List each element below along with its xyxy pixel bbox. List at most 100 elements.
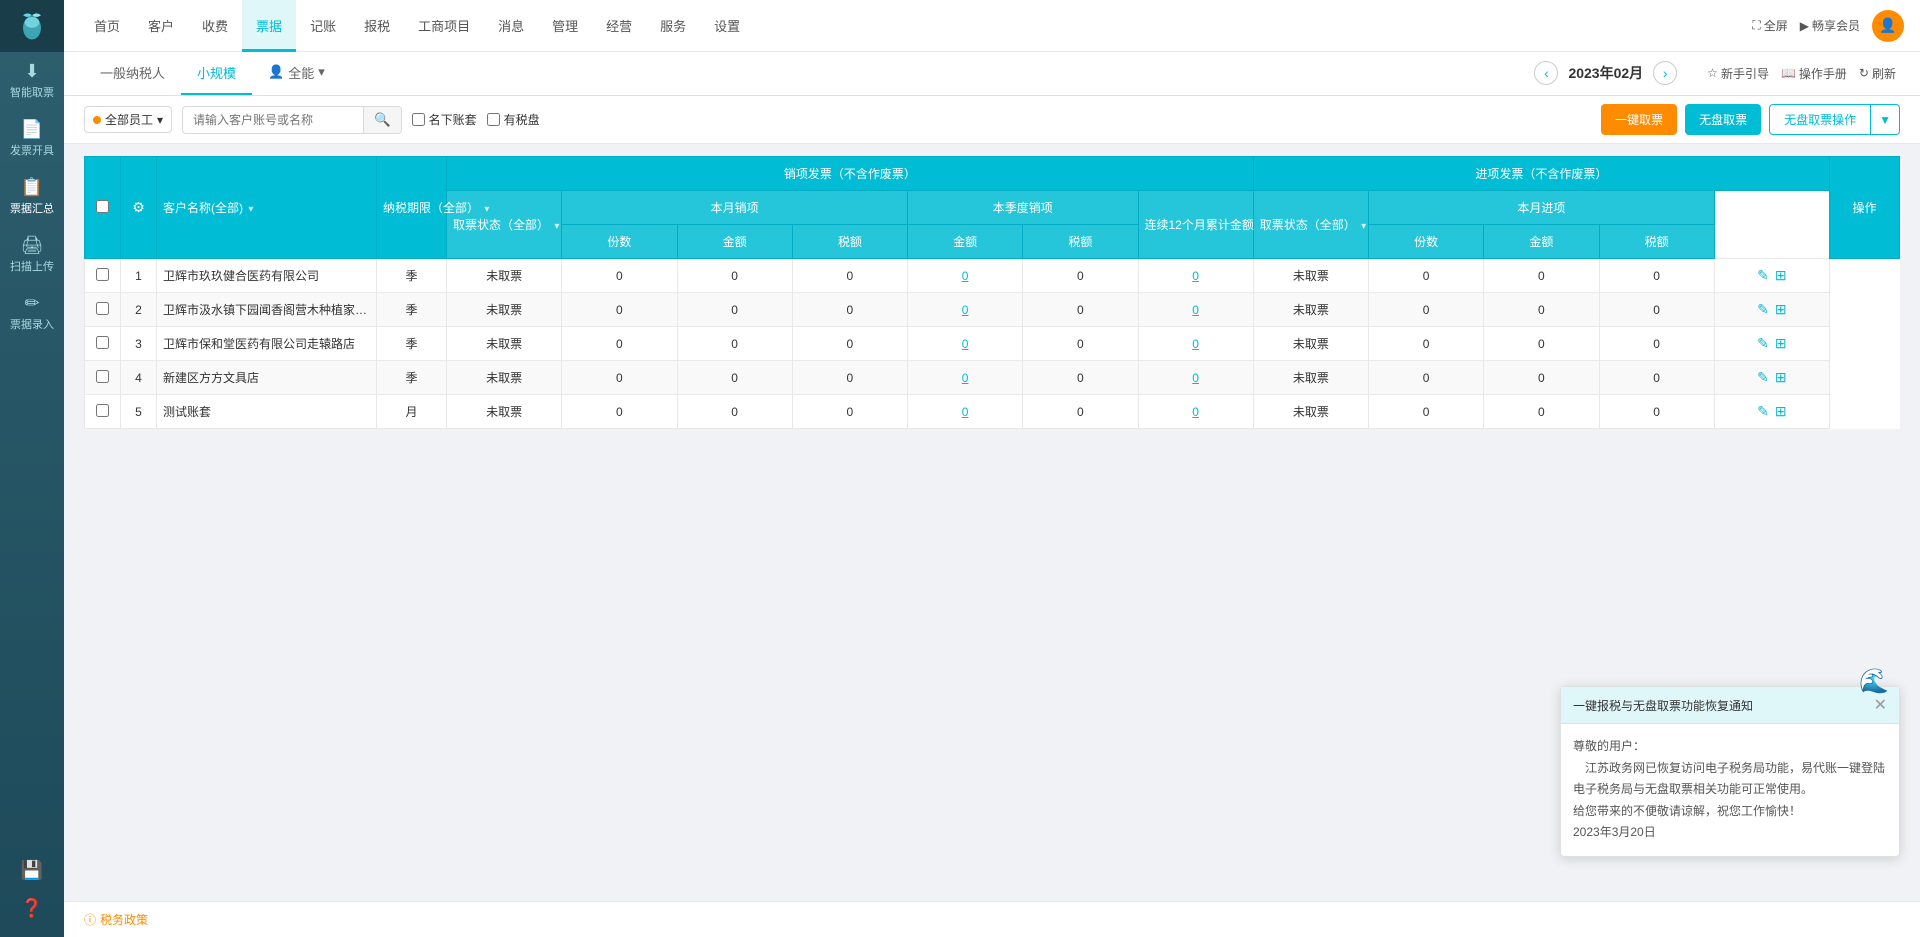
header-tax-period: 纳税期限（全部） ▾ — [377, 157, 447, 259]
nav-home[interactable]: 首页 — [80, 0, 134, 52]
period-label: 2023年02月 — [1568, 63, 1643, 83]
row-sales-quarter-amount[interactable]: 0 — [908, 293, 1023, 327]
tab-small[interactable]: 小规模 — [181, 52, 252, 95]
tab-general[interactable]: 一般纳税人 — [84, 52, 181, 95]
row-sales-quarter-amount[interactable]: 0 — [908, 259, 1023, 293]
has-taxdisk-checkbox[interactable]: 有税盘 — [487, 111, 540, 128]
table-row: 1 卫辉市玖玖健合医药有限公司 季 未取票 0 0 0 0 0 0 未取票 0 … — [85, 259, 1900, 293]
row-checkbox[interactable] — [96, 370, 109, 383]
sidebar-item-help[interactable]: ❓ — [0, 889, 64, 927]
nav-tax[interactable]: 报税 — [350, 0, 404, 52]
row-purchase-month-amount: 0 — [1484, 395, 1599, 429]
row-sales-12month[interactable]: 0 — [1138, 259, 1253, 293]
one-click-fetch-button[interactable]: 一键取票 — [1601, 104, 1677, 135]
avatar-icon: 👤 — [1879, 17, 1896, 34]
row-sales-12month[interactable]: 0 — [1138, 293, 1253, 327]
nav-accounting[interactable]: 记账 — [296, 0, 350, 52]
row-sales-12month[interactable]: 0 — [1138, 361, 1253, 395]
edit-action-icon[interactable]: ✎ — [1757, 369, 1769, 386]
header-sales-quarter-tax: 税额 — [1023, 225, 1138, 259]
my-accounts-checkbox[interactable]: 名下账套 — [412, 111, 477, 128]
sidebar-item-scan-upload[interactable]: 🖨 扫描上传 — [0, 226, 64, 284]
sidebar-item-download[interactable]: 💾 — [0, 851, 64, 889]
row-purchase-month-amount: 0 — [1484, 293, 1599, 327]
row-ops: ✎ ⊞ — [1714, 361, 1829, 395]
no-disk-fetch-button[interactable]: 无盘取票 — [1685, 104, 1761, 135]
fullscreen-button[interactable]: ⛶ 全屏 — [1752, 17, 1787, 34]
nav-invoice[interactable]: 票据 — [242, 0, 296, 52]
row-sales-quarter-amount[interactable]: 0 — [908, 395, 1023, 429]
refresh-button[interactable]: ↻ 刷新 — [1859, 65, 1896, 82]
row-purchase-month-tax: 0 — [1599, 259, 1714, 293]
nav-collection[interactable]: 收费 — [188, 0, 242, 52]
manual-button[interactable]: 📖 操作手册 — [1781, 65, 1847, 82]
view-action-icon[interactable]: ⊞ — [1775, 301, 1787, 318]
row-sales-quarter-amount[interactable]: 0 — [908, 361, 1023, 395]
edit-action-icon[interactable]: ✎ — [1757, 301, 1769, 318]
sidebar-logo[interactable] — [0, 0, 64, 52]
name-filter-icon[interactable]: ▾ — [248, 204, 253, 215]
row-name: 测试账套 — [157, 395, 377, 429]
member-button[interactable]: ▶ 畅享会员 — [1800, 17, 1860, 34]
table-settings-icon[interactable]: ⚙ — [132, 199, 145, 215]
row-purchase-month-count: 0 — [1369, 293, 1484, 327]
play-icon: ▶ — [1800, 19, 1809, 33]
notification-title: 一键报税与无盘取票功能恢复通知 — [1573, 697, 1753, 714]
search-button[interactable]: 🔍 — [363, 107, 401, 133]
view-action-icon[interactable]: ⊞ — [1775, 335, 1787, 352]
sidebar-item-issue-invoice[interactable]: 📄 发票开具 — [0, 110, 64, 168]
prev-period-button[interactable]: ‹ — [1534, 61, 1558, 85]
no-disk-ops-dropdown[interactable]: ▼ — [1871, 104, 1900, 135]
view-action-icon[interactable]: ⊞ — [1775, 267, 1787, 284]
row-checkbox[interactable] — [96, 404, 109, 417]
header-purchase-month: 本月进项 — [1369, 191, 1715, 225]
next-period-button[interactable]: › — [1653, 61, 1677, 85]
notification-line: 2023年3月20日 — [1573, 822, 1887, 844]
row-sales-month-count: 0 — [562, 327, 677, 361]
tax-policy-link[interactable]: ⓘ 税务政策 — [84, 911, 148, 928]
row-num: 5 — [121, 395, 157, 429]
nav-operation[interactable]: 经营 — [592, 0, 646, 52]
notification-line: 尊敬的用户： — [1573, 736, 1887, 758]
refresh-icon: ↻ — [1859, 66, 1869, 80]
employee-filter[interactable]: 全部员工 ▾ — [84, 106, 172, 133]
row-sales-12month[interactable]: 0 — [1138, 395, 1253, 429]
row-sales-month-amount: 0 — [677, 395, 792, 429]
purchase-status-filter-icon[interactable]: ▾ — [1361, 221, 1366, 232]
header-sales-month-count: 份数 — [562, 225, 677, 259]
row-sales-quarter-amount[interactable]: 0 — [908, 327, 1023, 361]
row-sales-12month[interactable]: 0 — [1138, 327, 1253, 361]
user-avatar[interactable]: 👤 — [1872, 10, 1904, 42]
row-num: 3 — [121, 327, 157, 361]
nav-settings[interactable]: 设置 — [700, 0, 754, 52]
edit-action-icon[interactable]: ✎ — [1757, 267, 1769, 284]
nav-business[interactable]: 工商项目 — [404, 0, 484, 52]
sales-status-filter-icon[interactable]: ▾ — [554, 221, 559, 232]
tab-all[interactable]: 👤 全能 ▾ — [252, 52, 341, 95]
notification-body: 尊敬的用户： 江苏政务网已恢复访问电子税务局功能，易代账一键登陆电子税务局与无盘… — [1561, 724, 1899, 856]
no-disk-ops-button[interactable]: 无盘取票操作 — [1769, 104, 1871, 135]
nav-message[interactable]: 消息 — [484, 0, 538, 52]
view-action-icon[interactable]: ⊞ — [1775, 403, 1787, 420]
sidebar-item-invoice-summary[interactable]: 📋 票据汇总 — [0, 168, 64, 226]
edit-action-icon[interactable]: ✎ — [1757, 403, 1769, 420]
row-tax-period: 季 — [377, 259, 447, 293]
sidebar-item-data-entry[interactable]: ✏ 票据录入 — [0, 284, 64, 342]
check-all[interactable] — [96, 200, 109, 213]
nav-manage[interactable]: 管理 — [538, 0, 592, 52]
nav-service[interactable]: 服务 — [646, 0, 700, 52]
row-checkbox[interactable] — [96, 336, 109, 349]
view-action-icon[interactable]: ⊞ — [1775, 369, 1787, 386]
notification-close-button[interactable]: ✕ — [1874, 695, 1887, 715]
nav-customer[interactable]: 客户 — [134, 0, 188, 52]
tax-period-filter-icon[interactable]: ▾ — [484, 204, 489, 215]
info-icon: ⓘ — [84, 911, 96, 928]
new-guide-button[interactable]: ☆ 新手引导 — [1707, 65, 1769, 82]
row-checkbox[interactable] — [96, 268, 109, 281]
chevron-down-icon: ▾ — [157, 113, 163, 127]
row-checkbox[interactable] — [96, 302, 109, 315]
sidebar-item-smart-fetch[interactable]: ⬇ 智能取票 — [0, 52, 64, 110]
edit-action-icon[interactable]: ✎ — [1757, 335, 1769, 352]
header-purchase-month-amount: 金额 — [1484, 225, 1599, 259]
search-input[interactable] — [183, 108, 363, 132]
